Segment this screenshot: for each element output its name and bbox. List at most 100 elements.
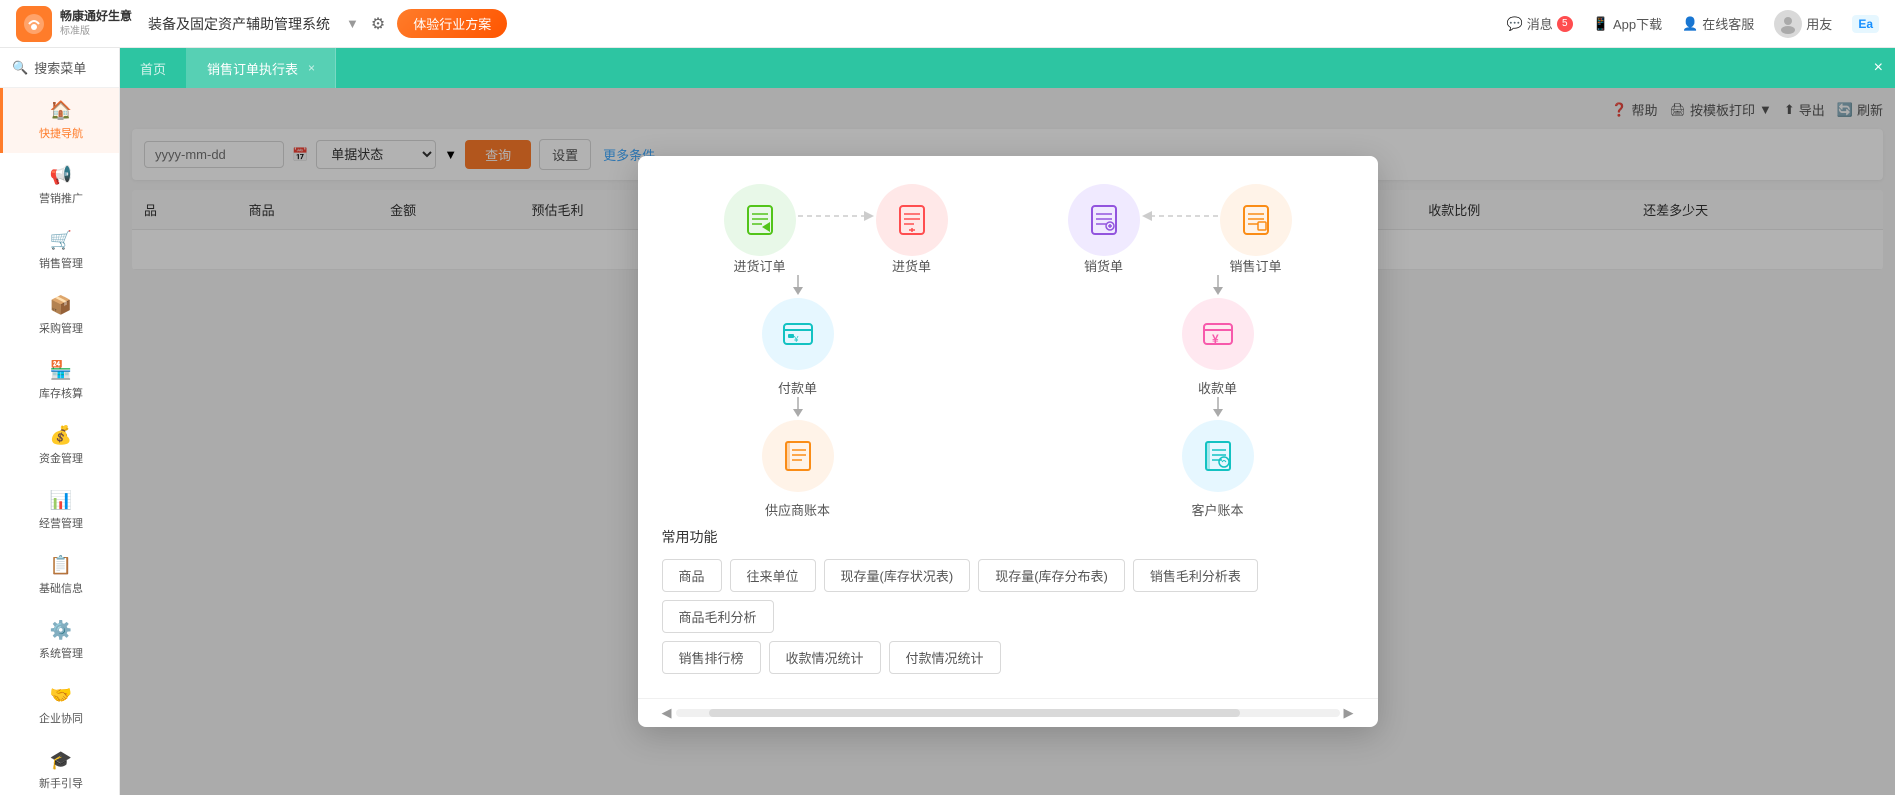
inventory-icon: 🏪 <box>50 360 72 381</box>
modal-scrollbar: ◀ ▶ <box>638 698 1378 727</box>
app-download-button[interactable]: 📱 App下载 <box>1593 14 1662 33</box>
sales-order-label: 销售订单 <box>1229 256 1281 275</box>
app-logo-icon <box>16 6 52 42</box>
cf-btn-product[interactable]: 商品 <box>662 559 722 592</box>
tab-home[interactable]: 首页 <box>120 48 187 88</box>
operation-icon: 📊 <box>50 490 72 511</box>
purchase-order-node: 进货订单 <box>724 184 796 275</box>
cf-btn-stock-dist[interactable]: 现存量(库存分布表) <box>978 559 1125 592</box>
purchase-bill-label: 进货单 <box>892 256 931 275</box>
logo-line1: 畅康通好生意 <box>60 9 132 25</box>
settings-icon[interactable]: ⚙ <box>371 14 385 34</box>
cf-title: 常用功能 <box>662 527 1354 547</box>
sidebar-item-quick-nav[interactable]: 🏠 快捷导航 <box>0 88 119 153</box>
purchase-order-circle <box>724 184 796 256</box>
receipt-bill-circle: ¥ <box>1182 298 1254 370</box>
supplier-ledger-node: 供应商账本 <box>733 420 863 519</box>
user-area[interactable]: 用友 <box>1774 10 1832 38</box>
sidebar-item-marketing[interactable]: 📢 营销推广 <box>0 153 119 218</box>
sidebar-item-operation[interactable]: 📊 经营管理 <box>0 478 119 543</box>
sales-bill-circle <box>1068 184 1140 256</box>
sidebar-label-sales: 销售管理 <box>39 255 83 271</box>
home-icon: 🏠 <box>50 100 72 121</box>
cf-btn-sales-gross[interactable]: 销售毛利分析表 <box>1133 559 1258 592</box>
sidebar-label-inventory: 库存核算 <box>39 385 83 401</box>
trial-button[interactable]: 体验行业方案 <box>397 9 507 38</box>
ea-badge: Ea <box>1852 15 1879 33</box>
online-service-button[interactable]: 👤 在线客服 <box>1682 14 1754 33</box>
tab-close-icon[interactable]: × <box>308 61 315 75</box>
supplier-ledger-label: 供应商账本 <box>765 500 830 519</box>
cf-btn-payment-stats[interactable]: 付款情况统计 <box>889 641 1001 674</box>
scroll-track[interactable] <box>676 709 1340 717</box>
sidebar-label-collab: 企业协同 <box>39 710 83 726</box>
sales-order-tab-label: 销售订单执行表 <box>207 59 298 78</box>
collab-icon: 🤝 <box>50 685 72 706</box>
purchase-icon: 📦 <box>50 295 72 316</box>
sidebar-item-purchase[interactable]: 📦 采购管理 <box>0 283 119 348</box>
marketing-icon: 📢 <box>50 165 72 186</box>
sidebar-item-finance[interactable]: 💰 资金管理 <box>0 413 119 478</box>
cf-btn-stock-status[interactable]: 现存量(库存状况表) <box>824 559 971 592</box>
common-functions-section: 常用功能 商品 往来单位 现存量(库存状况表) 现存量(库存分布表) 销售毛利分… <box>638 527 1378 698</box>
scroll-right-arrow[interactable]: ▶ <box>1344 705 1354 721</box>
svg-text:¥: ¥ <box>1212 332 1219 346</box>
system-icon: ⚙️ <box>50 620 72 641</box>
base-info-icon: 📋 <box>50 555 72 576</box>
purchase-bill-node: 进货单 <box>876 184 948 275</box>
sidebar-label-base-info: 基础信息 <box>39 580 83 596</box>
modal-dialog: 进货订单 进货单 <box>638 156 1378 727</box>
sidebar-item-inventory[interactable]: 🏪 库存核算 <box>0 348 119 413</box>
modal-overlay[interactable]: 进货订单 进货单 <box>120 88 1895 795</box>
sales-bill-node: 销货单 <box>1068 184 1140 275</box>
scroll-thumb <box>709 709 1240 717</box>
system-title-dropdown[interactable]: ▼ <box>346 16 359 31</box>
purchase-bill-circle <box>876 184 948 256</box>
sidebar-label-finance: 资金管理 <box>39 450 83 466</box>
purchase-order-label: 进货订单 <box>733 256 785 275</box>
tab-bar-close-icon[interactable]: × <box>1874 59 1883 77</box>
arrow-sb-down <box>1153 275 1283 298</box>
cf-btn-product-gross[interactable]: 商品毛利分析 <box>662 600 774 633</box>
download-icon: 📱 <box>1593 16 1609 32</box>
sidebar-label-guide: 新手引导 <box>39 775 83 791</box>
customer-ledger-label: 客户账本 <box>1191 500 1243 519</box>
arrow-pb-down <box>733 275 863 298</box>
logo-line2: 标准版 <box>60 25 132 38</box>
cf-btn-counterpart[interactable]: 往来单位 <box>730 559 816 592</box>
page-content: ❓ 帮助 🖨 按模板打印 ▼ ⬆ 导出 🔄 刷新 <box>120 88 1895 795</box>
user-avatar <box>1774 10 1802 38</box>
sidebar-item-base-info[interactable]: 📋 基础信息 <box>0 543 119 608</box>
search-icon: 🔍 <box>12 60 28 76</box>
scroll-left-arrow[interactable]: ◀ <box>662 705 672 721</box>
search-label: 搜索菜单 <box>34 58 86 77</box>
sidebar-item-sales[interactable]: 🛒 销售管理 <box>0 218 119 283</box>
guide-icon: 🎓 <box>50 750 72 771</box>
sales-icon: 🛒 <box>50 230 72 251</box>
payment-bill-label: 付款单 <box>778 378 817 397</box>
svg-text:¥: ¥ <box>793 335 799 344</box>
top-right-area: 💬 消息 5 📱 App下载 👤 在线客服 用友 Ea <box>1507 10 1879 38</box>
receipt-bill-label: 收款单 <box>1198 378 1237 397</box>
tab-sales-order[interactable]: 销售订单执行表 × <box>187 48 336 88</box>
payment-bill-circle: ¥ <box>762 298 834 370</box>
tab-bar: 首页 销售订单执行表 × × <box>120 48 1895 88</box>
cf-btn-receipt-stats[interactable]: 收款情况统计 <box>769 641 881 674</box>
content-area: 首页 销售订单执行表 × × ❓ 帮助 🖨 按 <box>120 48 1895 795</box>
receipt-bill-node: ¥ 收款单 <box>1153 298 1283 397</box>
sidebar-search[interactable]: 🔍 搜索菜单 <box>0 48 119 88</box>
sidebar-label-quick-nav: 快捷导航 <box>39 125 83 141</box>
sidebar-item-system[interactable]: ⚙️ 系统管理 <box>0 608 119 673</box>
message-button[interactable]: 💬 消息 5 <box>1507 14 1573 33</box>
sidebar-item-collab[interactable]: 🤝 企业协同 <box>0 673 119 738</box>
arrow-payment-down <box>733 397 863 420</box>
sales-bill-label: 销货单 <box>1084 256 1123 275</box>
sidebar-item-guide[interactable]: 🎓 新手引导 <box>0 738 119 795</box>
sidebar-label-system: 系统管理 <box>39 645 83 661</box>
home-tab-label: 首页 <box>140 59 166 78</box>
cf-btn-sales-rank[interactable]: 销售排行榜 <box>662 641 761 674</box>
service-icon: 👤 <box>1682 16 1698 32</box>
arrow-receipt-down <box>1153 397 1283 420</box>
payment-bill-node: ¥ 付款单 <box>733 298 863 397</box>
finance-icon: 💰 <box>50 425 72 446</box>
